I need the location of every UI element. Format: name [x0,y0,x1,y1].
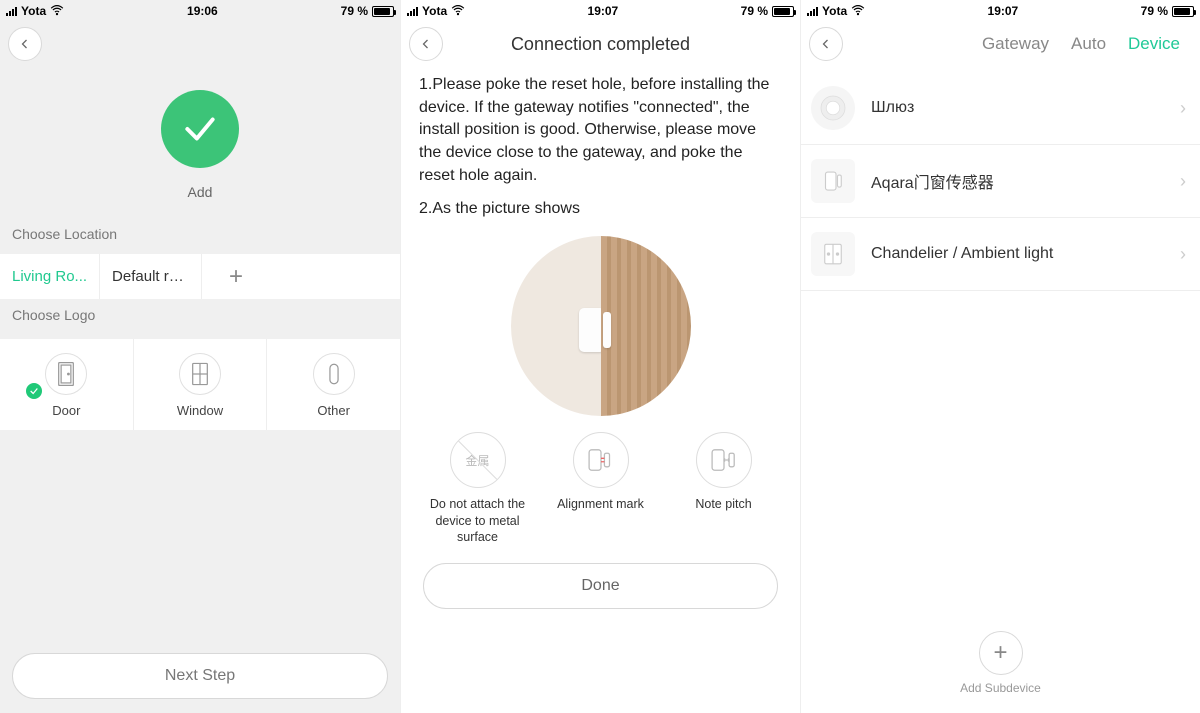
tab-gateway[interactable]: Gateway [982,34,1049,54]
logo-options: Door Window Other [0,339,400,430]
add-subdevice-button[interactable]: + [979,631,1023,675]
wifi-icon [451,3,465,20]
logo-label: Door [52,403,80,418]
carrier-label: Yota [21,4,46,18]
switch-icon [811,232,855,276]
add-room-button[interactable]: + [202,254,270,299]
logo-option-door[interactable]: Door [0,339,134,430]
screen-connection-completed: Yota 19:07 79 % Connection completed 1.P… [400,0,800,713]
logo-option-window[interactable]: Window [134,339,268,430]
signal-icon [407,7,418,16]
next-step-button[interactable]: Next Step [12,653,388,699]
tip-no-metal: 金属 Do not attach the device to metal sur… [419,432,536,545]
add-subdevice: + Add Subdevice [801,631,1200,713]
choose-location-label: Choose Location [0,218,400,254]
wifi-icon [50,3,64,20]
clock: 19:06 [187,4,218,18]
status-bar: Yota 19:07 79 % [801,0,1200,22]
tab-auto[interactable]: Auto [1071,34,1106,54]
instruction-2: 2.As the picture shows [419,198,782,221]
clock: 19:07 [588,4,619,18]
screen-add-device: Yota 19:06 79 % Add Choose Location Livi… [0,0,400,713]
back-button[interactable] [409,27,443,61]
done-button[interactable]: Done [423,563,778,609]
logo-option-other[interactable]: Other [267,339,400,430]
add-label: Add [0,184,400,200]
other-icon [313,353,355,395]
add-subdevice-label: Add Subdevice [801,681,1200,695]
tip-label: Do not attach the device to metal surfac… [419,496,536,545]
door-icon [45,353,87,395]
page-title: Connection completed [401,34,800,55]
device-label: Chandelier / Ambient light [871,245,1180,263]
device-row-sensor[interactable]: Aqara门窗传感器 › [801,145,1200,218]
nav-bar [0,22,400,66]
wifi-icon [851,3,865,20]
alignment-icon [573,432,629,488]
device-label: Aqara门窗传感器 [871,169,1180,193]
back-button[interactable] [809,27,843,61]
window-icon [179,353,221,395]
battery-pct: 79 % [341,4,368,18]
instruction-1: 1.Please poke the reset hole, before ins… [419,74,782,188]
tip-pitch: Note pitch [665,432,782,545]
selected-check-icon [26,383,42,399]
signal-icon [6,7,17,16]
tip-label: Alignment mark [542,496,659,512]
status-bar: Yota 19:06 79 % [0,0,400,22]
add-block: Add [0,66,400,218]
tips-row: 金属 Do not attach the device to metal sur… [419,432,782,545]
no-metal-icon: 金属 [450,432,506,488]
battery-pct: 79 % [741,4,768,18]
tip-alignment: Alignment mark [542,432,659,545]
carrier-label: Yota [422,4,447,18]
room-tab-default[interactable]: Default ro... [100,254,202,299]
device-row-gateway[interactable]: Шлюз › [801,72,1200,145]
screen-device-list: Yota 19:07 79 % Gateway Auto Device Ш [800,0,1200,713]
device-row-switch[interactable]: Chandelier / Ambient light › [801,218,1200,291]
sensor-install-photo [511,236,691,416]
battery-pct: 79 % [1141,4,1168,18]
clock: 19:07 [988,4,1019,18]
battery-icon [772,6,794,17]
back-button[interactable] [8,27,42,61]
signal-icon [807,7,818,16]
choose-logo-label: Choose Logo [0,299,400,335]
nav-bar: Gateway Auto Device [801,22,1200,66]
device-label: Шлюз [871,99,1180,117]
success-check-icon [161,90,239,168]
chevron-right-icon: › [1180,98,1186,119]
logo-label: Other [317,403,350,418]
chevron-right-icon: › [1180,171,1186,192]
battery-icon [372,6,394,17]
carrier-label: Yota [822,4,847,18]
status-bar: Yota 19:07 79 % [401,0,800,22]
device-list: Шлюз › Aqara门窗传感器 › Chandelier / Ambient… [801,72,1200,291]
tab-device[interactable]: Device [1128,34,1180,54]
door-sensor-icon [811,159,855,203]
room-tab-living[interactable]: Living Ro... [0,254,100,299]
tip-label: Note pitch [665,496,782,512]
gateway-icon [811,86,855,130]
nav-tabs: Gateway Auto Device [982,34,1192,54]
nav-bar: Connection completed [401,22,800,66]
logo-label: Window [177,403,223,418]
chevron-right-icon: › [1180,244,1186,265]
pitch-icon [696,432,752,488]
battery-icon [1172,6,1194,17]
room-tabs: Living Ro... Default ro... + [0,254,400,299]
